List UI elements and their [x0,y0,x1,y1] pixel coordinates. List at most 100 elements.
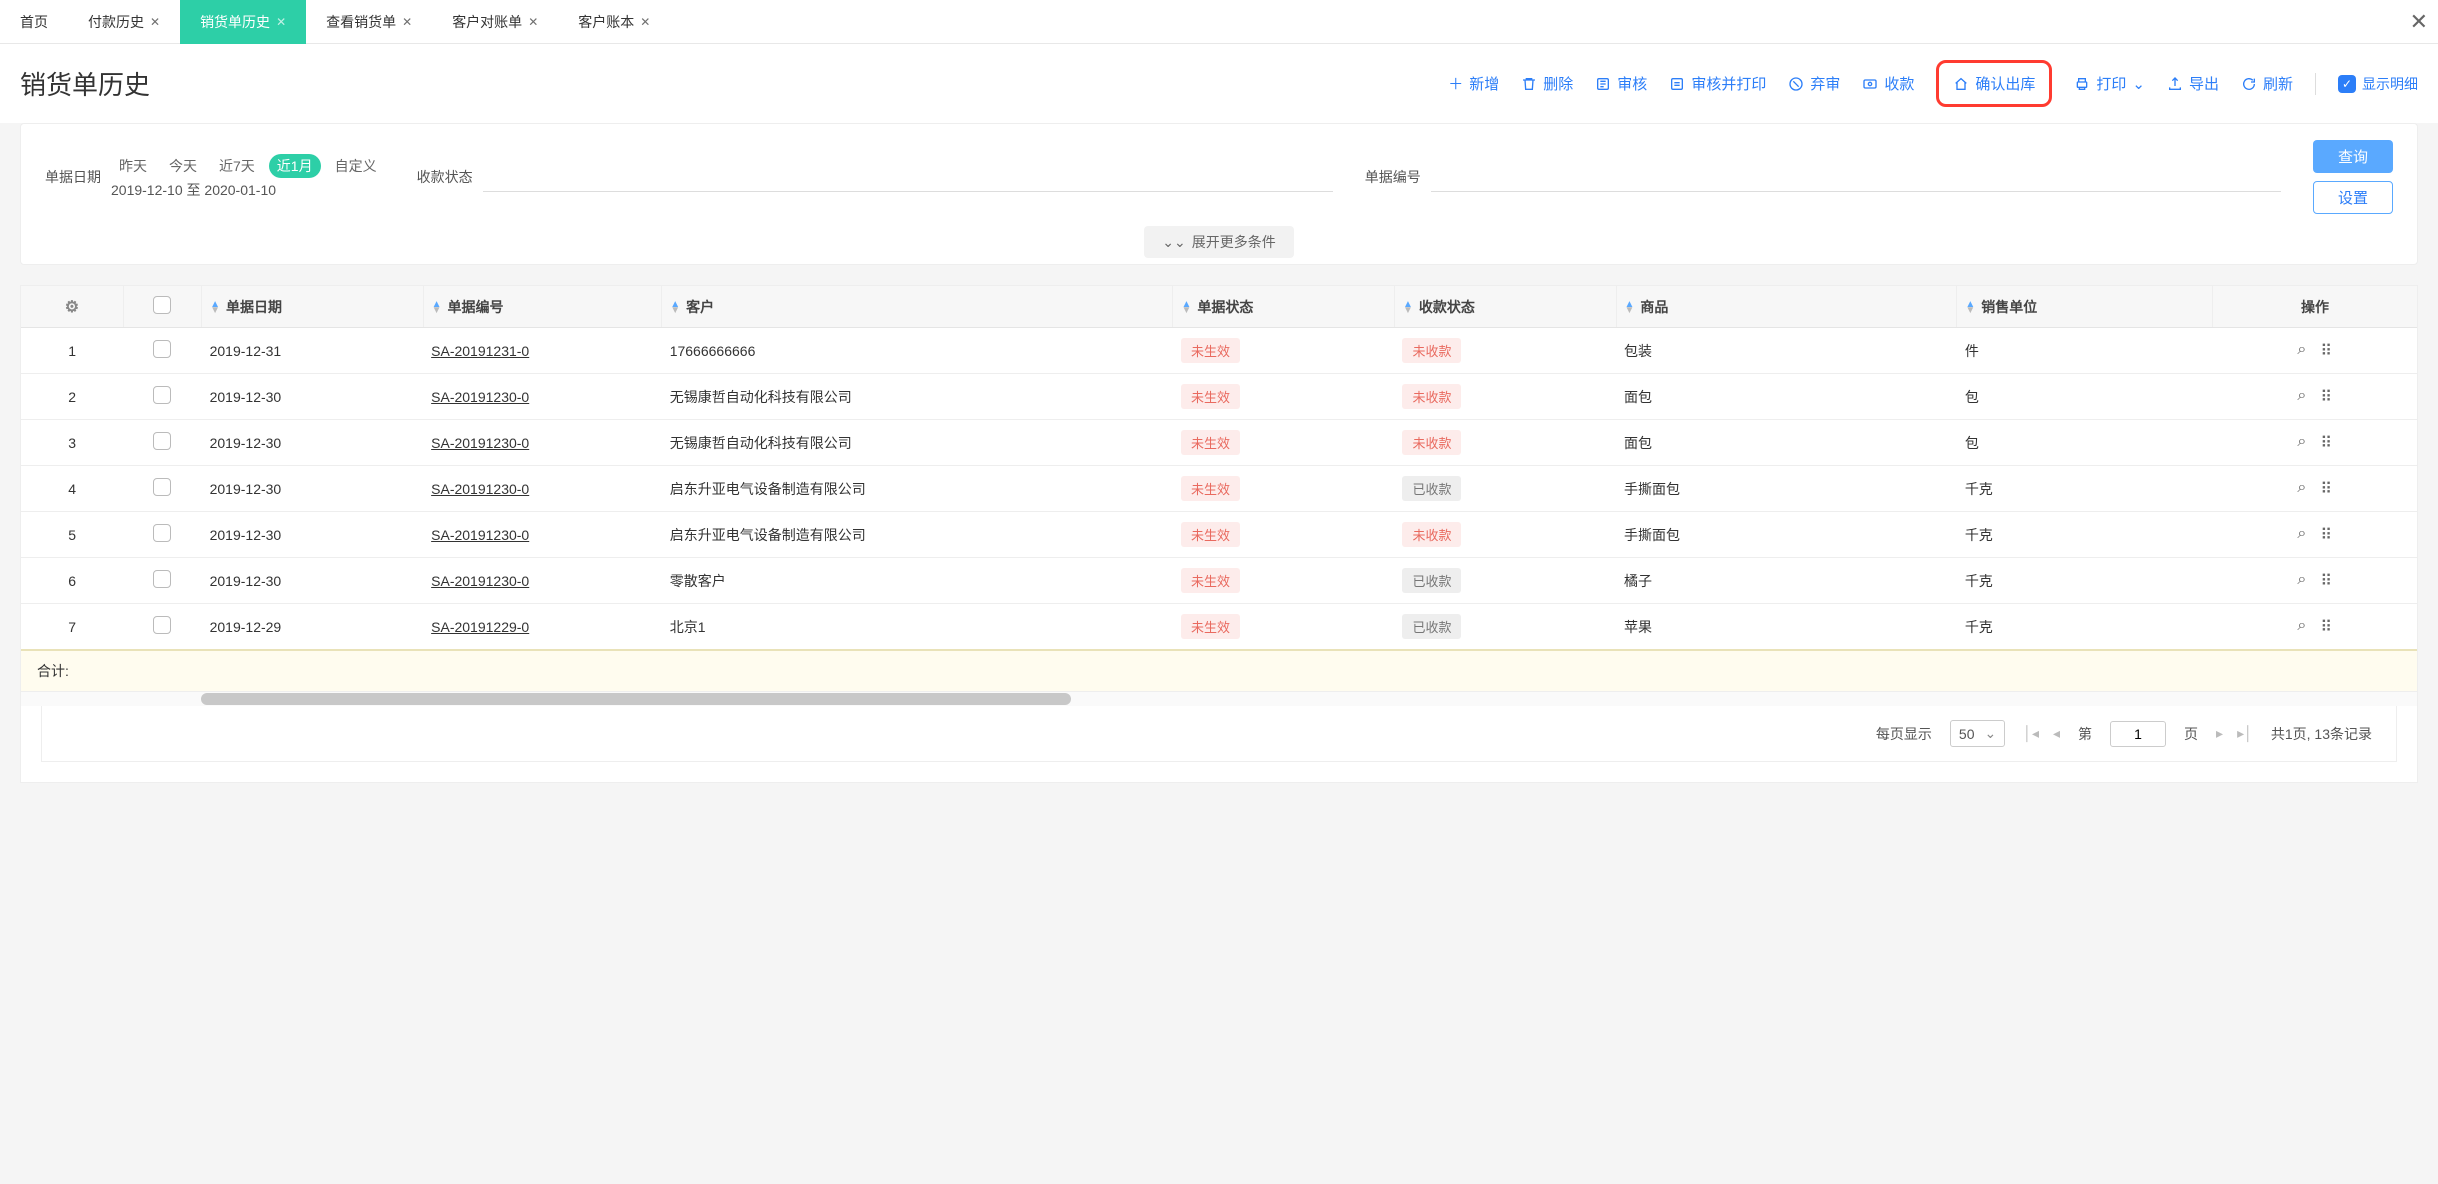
close-icon[interactable]: ✕ [402,15,412,29]
export-button[interactable]: 导出 [2167,73,2219,94]
expand-more-button[interactable]: ⌄⌄ 展开更多条件 [1144,226,1293,258]
horizontal-scrollbar[interactable] [21,692,2417,706]
scrollbar-thumb[interactable] [201,693,1071,705]
receipt-button[interactable]: 收款 [1862,73,1914,94]
pager-nav: │◂ ◂ [2023,725,2060,742]
pager-last-icon[interactable]: ▸│ [2237,725,2253,742]
pager-nav-next: ▸ ▸│ [2216,725,2253,742]
view-detail-icon[interactable]: ⌕ [2297,525,2306,545]
table-row[interactable]: 22019-12-30SA-20191230-0无锡康哲自动化科技有限公司未生效… [21,374,2417,420]
confirm-outbound-button[interactable]: 确认出库 [1936,60,2052,107]
more-actions-icon[interactable]: ⠿ [2320,479,2332,499]
header-date[interactable]: ▲▼单据日期 [202,286,424,328]
header-checkbox[interactable] [123,286,201,328]
table-row[interactable]: 32019-12-30SA-20191230-0无锡康哲自动化科技有限公司未生效… [21,420,2417,466]
pager-prev-icon[interactable]: ◂ [2053,725,2060,742]
row-code[interactable]: SA-20191230-0 [423,374,662,420]
more-actions-icon[interactable]: ⠿ [2320,433,2332,453]
view-detail-icon[interactable]: ⌕ [2297,479,2306,499]
row-unit: 包 [1957,420,2213,466]
filter-date-label: 单据日期 [45,167,101,187]
date-quick-last1m[interactable]: 近1月 [269,154,321,178]
row-code[interactable]: SA-20191230-0 [423,420,662,466]
close-icon[interactable]: ✕ [528,15,538,29]
more-actions-icon[interactable]: ⠿ [2320,525,2332,545]
header-pay-status[interactable]: ▲▼收款状态 [1394,286,1616,328]
row-customer: 启东升亚电气设备制造有限公司 [662,466,1173,512]
row-customer: 零散客户 [662,558,1173,604]
row-ops: ⌕⠿ [2212,420,2417,466]
row-product: 手撕面包 [1616,466,1957,512]
view-detail-icon[interactable]: ⌕ [2297,341,2306,361]
close-icon[interactable]: ✕ [150,15,160,29]
more-actions-icon[interactable]: ⠿ [2320,571,2332,591]
per-page-label: 每页显示 [1876,724,1932,744]
table-row[interactable]: 52019-12-30SA-20191230-0启东升亚电气设备制造有限公司未生… [21,512,2417,558]
row-ops: ⌕⠿ [2212,466,2417,512]
date-quick-today[interactable]: 今天 [161,154,205,178]
delete-button[interactable]: 删除 [1521,73,1573,94]
close-icon[interactable]: ✕ [640,15,650,29]
more-actions-icon[interactable]: ⠿ [2320,341,2332,361]
row-checkbox[interactable] [123,328,201,374]
header-code[interactable]: ▲▼单据编号 [423,286,662,328]
page-input[interactable] [2110,721,2166,747]
pager-next-icon[interactable]: ▸ [2216,725,2223,742]
view-detail-icon[interactable]: ⌕ [2297,617,2306,637]
row-code[interactable]: SA-20191230-0 [423,558,662,604]
view-detail-icon[interactable]: ⌕ [2297,433,2306,453]
row-checkbox[interactable] [123,604,201,651]
table-row[interactable]: 42019-12-30SA-20191230-0启东升亚电气设备制造有限公司未生… [21,466,2417,512]
date-quick-yesterday[interactable]: 昨天 [111,154,155,178]
date-quick-last7[interactable]: 近7天 [211,154,263,178]
row-checkbox[interactable] [123,420,201,466]
row-checkbox[interactable] [123,466,201,512]
row-code[interactable]: SA-20191229-0 [423,604,662,651]
print-button[interactable]: 打印 ⌄ [2074,73,2145,94]
query-button[interactable]: 查询 [2313,140,2393,173]
tab[interactable]: 销货单历史✕ [180,0,306,44]
sort-icon: ▲▼ [1965,302,1975,314]
per-page-select[interactable]: 50 ⌄ [1950,720,2005,747]
row-code[interactable]: SA-20191231-0 [423,328,662,374]
more-actions-icon[interactable]: ⠿ [2320,387,2332,407]
doc-no-input[interactable] [1431,163,2281,192]
checkbox-icon [153,524,171,542]
add-button[interactable]: ＋ 新增 [1448,73,1499,94]
date-range[interactable]: 2019-12-10 至 2020-01-10 [111,180,276,200]
tab[interactable]: 付款历史✕ [68,0,180,44]
table-row[interactable]: 72019-12-29SA-20191229-0北京1未生效已收款苹果千克⌕⠿ [21,604,2417,651]
setting-button[interactable]: 设置 [2313,181,2393,214]
close-all-tabs-icon[interactable]: ✕ [2410,9,2428,35]
header-customer[interactable]: ▲▼客户 [662,286,1173,328]
header-doc-status[interactable]: ▲▼单据状态 [1173,286,1395,328]
close-icon[interactable]: ✕ [276,15,286,29]
header-product[interactable]: ▲▼商品 [1616,286,1957,328]
more-actions-icon[interactable]: ⠿ [2320,617,2332,637]
unaudit-button[interactable]: 弃审 [1788,73,1840,94]
tab[interactable]: 客户账本✕ [558,0,670,44]
audit-print-button[interactable]: 审核并打印 [1669,73,1766,94]
view-detail-icon[interactable]: ⌕ [2297,387,2306,407]
table-row[interactable]: 12019-12-31SA-20191231-017666666666未生效未收… [21,328,2417,374]
row-code[interactable]: SA-20191230-0 [423,512,662,558]
header-unit[interactable]: ▲▼销售单位 [1957,286,2213,328]
pay-state-select[interactable] [483,163,1334,192]
row-code[interactable]: SA-20191230-0 [423,466,662,512]
row-checkbox[interactable] [123,512,201,558]
date-quick-custom[interactable]: 自定义 [327,154,385,178]
pager-first-icon[interactable]: │◂ [2023,725,2039,742]
header-settings[interactable]: ⚙ [21,286,123,328]
refresh-button[interactable]: 刷新 [2241,73,2293,94]
table-row[interactable]: 62019-12-30SA-20191230-0零散客户未生效已收款橘子千克⌕⠿ [21,558,2417,604]
row-ops: ⌕⠿ [2212,558,2417,604]
show-detail-toggle[interactable]: ✓ 显示明细 [2338,74,2418,94]
row-checkbox[interactable] [123,374,201,420]
tab[interactable]: 客户对账单✕ [432,0,558,44]
row-checkbox[interactable] [123,558,201,604]
row-date: 2019-12-30 [202,374,424,420]
tab[interactable]: 首页 [0,0,68,44]
tab[interactable]: 查看销货单✕ [306,0,432,44]
audit-button[interactable]: 审核 [1595,73,1647,94]
view-detail-icon[interactable]: ⌕ [2297,571,2306,591]
